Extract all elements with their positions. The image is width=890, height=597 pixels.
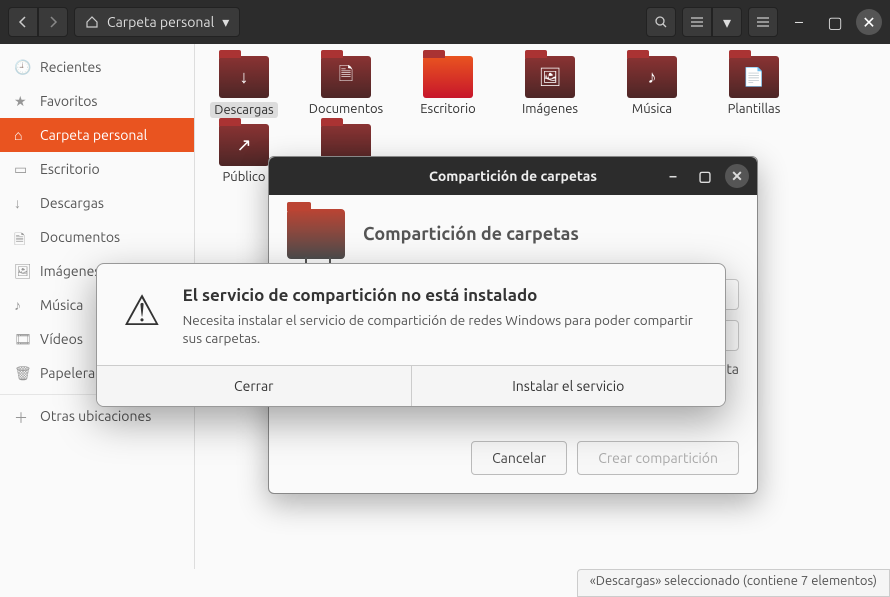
folder-label: Música [632,102,672,116]
headerbar: Carpeta personal ▾ ▾ – ▢ ✕ [0,0,890,44]
back-button[interactable] [8,7,38,37]
menu-button[interactable] [748,7,778,37]
minimize-button[interactable]: – [784,7,814,37]
folder-label: Descargas [210,102,277,118]
maximize-button[interactable]: ▢ [820,7,850,37]
share-minimize-button[interactable]: – [661,164,685,188]
image-icon: 🖼 [525,56,575,98]
alert-install-button[interactable]: Instalar el servicio [412,366,726,406]
sidebar-item-label: Escritorio [40,161,100,177]
sidebar-item-label: Documentos [40,229,120,245]
share-dialog-titlebar: Compartición de carpetas – ▢ ✕ [269,157,757,195]
download-icon: ↓ [14,195,30,211]
sidebar-item-label: Favoritos [40,93,97,109]
nav-group [8,7,68,37]
folder-musica[interactable]: ♪ Música [613,56,691,118]
search-button[interactable] [646,7,676,37]
share-close-button[interactable]: ✕ [725,164,749,188]
sidebar-item-escritorio[interactable]: ▭ Escritorio [0,152,194,186]
plus-icon: ＋ [14,408,30,424]
document-icon: 🗎 [14,229,30,245]
sidebar-item-label: Descargas [40,195,104,211]
folder-imagenes[interactable]: 🖼 Imágenes [511,56,589,118]
home-icon: ⌂ [14,127,30,143]
path-label: Carpeta personal [107,14,214,30]
chevron-down-icon: ▾ [222,14,229,31]
folder-label: Escritorio [420,102,475,116]
desktop-icon: ▭ [14,161,30,177]
template-icon: 📄 [729,56,779,98]
sidebar-item-label: Otras ubicaciones [40,408,151,424]
create-share-button[interactable]: Crear compartición [577,441,739,475]
folder-escritorio[interactable]: Escritorio [409,56,487,118]
sidebar-item-descargas[interactable]: ↓ Descargas [0,186,194,220]
forward-button[interactable] [38,7,68,37]
image-icon: 🖼 [14,263,30,279]
sidebar-item-home[interactable]: ⌂ Carpeta personal [0,118,194,152]
music-icon: ♪ [627,56,677,98]
sidebar-item-label: Vídeos [40,331,83,347]
sidebar-item-favoritos[interactable]: ★ Favoritos [0,84,194,118]
alert-message: Necesita instalar el servicio de compart… [183,311,699,347]
path-bar[interactable]: Carpeta personal ▾ [74,7,240,37]
folder-plantillas[interactable]: 📄 Plantillas [715,56,793,118]
sidebar-item-label: Carpeta personal [40,127,147,143]
view-list-button[interactable] [682,7,712,37]
share-dialog-heading: Compartición de carpetas [363,224,579,244]
music-icon: ♪ [14,297,30,313]
sidebar-item-label: Música [40,297,83,313]
folder-label: Plantillas [728,102,781,116]
sidebar-item-documentos[interactable]: 🗎 Documentos [0,220,194,254]
sidebar-item-label: Papelera [40,365,95,381]
folder-label: Documentos [309,102,383,116]
folder-descargas[interactable]: ↓ Descargas [205,56,283,118]
clock-icon: 🕘 [14,59,30,75]
share-maximize-button[interactable]: ▢ [693,164,717,188]
sidebar-item-label: Imágenes [40,263,100,279]
document-icon: 🗎 [321,56,371,98]
warning-icon: ⚠ [123,286,161,347]
view-dropdown-button[interactable]: ▾ [712,7,742,37]
download-icon: ↓ [219,56,269,98]
statusbar: «Descargas» seleccionado (contiene 7 ele… [577,569,890,597]
home-icon [85,15,99,29]
trash-icon: 🗑 [14,365,30,381]
sidebar-item-label: Recientes [40,59,101,75]
folder-documentos[interactable]: 🗎 Documentos [307,56,385,118]
view-group: ▾ [682,7,742,37]
share-icon: ↗ [219,124,269,166]
star-icon: ★ [14,93,30,109]
cancel-button[interactable]: Cancelar [471,441,567,475]
share-folder-icon [287,209,345,259]
close-button[interactable]: ✕ [856,9,882,35]
alert-title: El servicio de compartición no está inst… [183,286,699,305]
alert-close-button[interactable]: Cerrar [97,366,412,406]
folder-label: Imágenes [522,102,578,116]
video-icon: 🎞 [14,331,30,347]
folder-label: Público [223,170,266,184]
share-trailing-text: ta [726,361,739,377]
sidebar-item-recientes[interactable]: 🕘 Recientes [0,50,194,84]
alert-dialog: ⚠ El servicio de compartición no está in… [96,263,726,407]
share-dialog-title: Compartición de carpetas [429,168,597,184]
